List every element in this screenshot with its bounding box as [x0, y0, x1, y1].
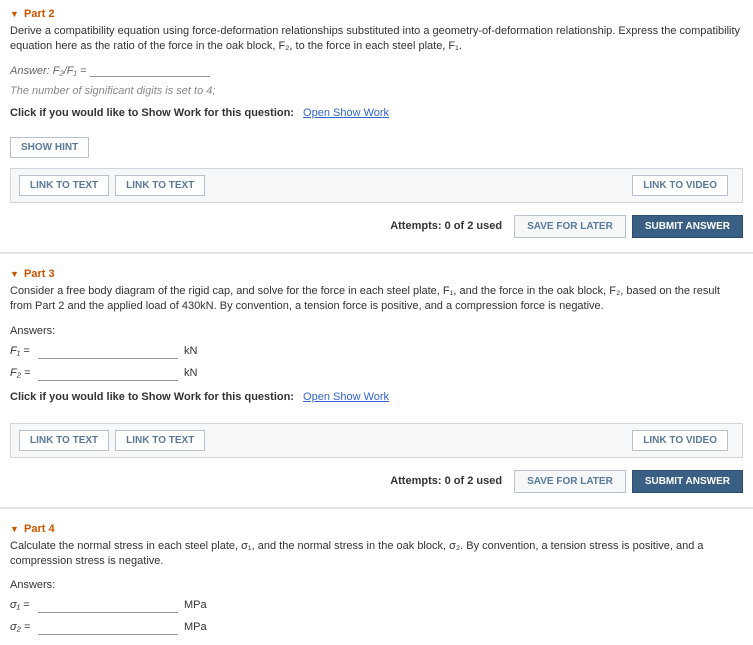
link-to-text-button-2[interactable]: LINK TO TEXT	[115, 175, 205, 196]
part-3: ▼ Part 3 Consider a free body diagram of…	[0, 260, 753, 417]
part-4-header[interactable]: ▼ Part 4	[10, 523, 743, 535]
sigma1-input[interactable]	[38, 597, 178, 613]
collapse-arrow-icon: ▼	[10, 9, 19, 19]
open-show-work-link[interactable]: Open Show Work	[303, 107, 389, 119]
part-2: ▼ Part 2 Derive a compatibility equation…	[0, 0, 753, 133]
sig-digits-note: The number of significant digits is set …	[10, 85, 743, 97]
link-to-text-button-2[interactable]: LINK TO TEXT	[115, 430, 205, 451]
showwork-line-3: Click if you would like to Show Work for…	[10, 391, 743, 403]
f1-row: F₁ = kN	[10, 343, 743, 359]
part-4: ▼ Part 4 Calculate the normal stress in …	[0, 515, 753, 645]
show-hint-button[interactable]: SHOW HINT	[10, 137, 89, 158]
part-2-answer-input[interactable]	[90, 65, 210, 77]
hint-row-2: SHOW HINT	[0, 133, 753, 162]
divider	[0, 507, 753, 509]
f2-input[interactable]	[38, 365, 178, 381]
showwork-line-2: Click if you would like to Show Work for…	[10, 107, 743, 119]
part-2-header[interactable]: ▼ Part 2	[10, 8, 743, 20]
collapse-arrow-icon: ▼	[10, 269, 19, 279]
sigma2-unit: MPa	[184, 621, 207, 633]
divider	[0, 252, 753, 254]
sigma1-var-label: σ₁ =	[10, 599, 38, 611]
attempts-bar-2: Attempts: 0 of 2 used SAVE FOR LATER SUB…	[0, 207, 753, 246]
sigma2-input[interactable]	[38, 619, 178, 635]
link-to-video-button[interactable]: LINK TO VIDEO	[632, 430, 728, 451]
attempts-text: Attempts: 0 of 2 used	[390, 475, 502, 487]
submit-answer-button[interactable]: SUBMIT ANSWER	[632, 215, 743, 238]
sigma2-var-label: σ₂ =	[10, 621, 38, 633]
sigma1-unit: MPa	[184, 599, 207, 611]
sigma1-row: σ₁ = MPa	[10, 597, 743, 613]
link-bar-3: LINK TO TEXT LINK TO TEXT LINK TO VIDEO	[10, 423, 743, 458]
part-4-title: Part 4	[24, 523, 55, 535]
save-for-later-button[interactable]: SAVE FOR LATER	[514, 470, 626, 493]
link-to-text-button[interactable]: LINK TO TEXT	[19, 175, 109, 196]
part-2-title: Part 2	[24, 8, 55, 20]
answers-label-4: Answers:	[10, 579, 743, 591]
collapse-arrow-icon: ▼	[10, 524, 19, 534]
answers-label-3: Answers:	[10, 325, 743, 337]
link-to-text-button[interactable]: LINK TO TEXT	[19, 430, 109, 451]
attempts-bar-3: Attempts: 0 of 2 used SAVE FOR LATER SUB…	[0, 462, 753, 501]
part-3-description: Consider a free body diagram of the rigi…	[10, 284, 743, 315]
attempts-text: Attempts: 0 of 2 used	[390, 220, 502, 232]
f1-var-label: F₁ =	[10, 345, 38, 357]
open-show-work-link[interactable]: Open Show Work	[303, 391, 389, 403]
f2-unit: kN	[184, 367, 197, 379]
f2-row: F₂ = kN	[10, 365, 743, 381]
part-2-answer-line: Answer: F₂/F₁ =	[10, 65, 743, 77]
part-2-description: Derive a compatibility equation using fo…	[10, 24, 743, 55]
save-for-later-button[interactable]: SAVE FOR LATER	[514, 215, 626, 238]
f1-unit: kN	[184, 345, 197, 357]
part-2-answer-prefix: Answer: F₂/F₁ =	[10, 65, 90, 77]
link-to-video-button[interactable]: LINK TO VIDEO	[632, 175, 728, 196]
part-4-description: Calculate the normal stress in each stee…	[10, 539, 743, 570]
submit-answer-button[interactable]: SUBMIT ANSWER	[632, 470, 743, 493]
link-bar-2: LINK TO TEXT LINK TO TEXT LINK TO VIDEO	[10, 168, 743, 203]
showwork-label: Click if you would like to Show Work for…	[10, 391, 294, 403]
sigma2-row: σ₂ = MPa	[10, 619, 743, 635]
showwork-label: Click if you would like to Show Work for…	[10, 107, 294, 119]
part-3-header[interactable]: ▼ Part 3	[10, 268, 743, 280]
part-3-title: Part 3	[24, 268, 55, 280]
f1-input[interactable]	[38, 343, 178, 359]
f2-var-label: F₂ =	[10, 367, 38, 379]
